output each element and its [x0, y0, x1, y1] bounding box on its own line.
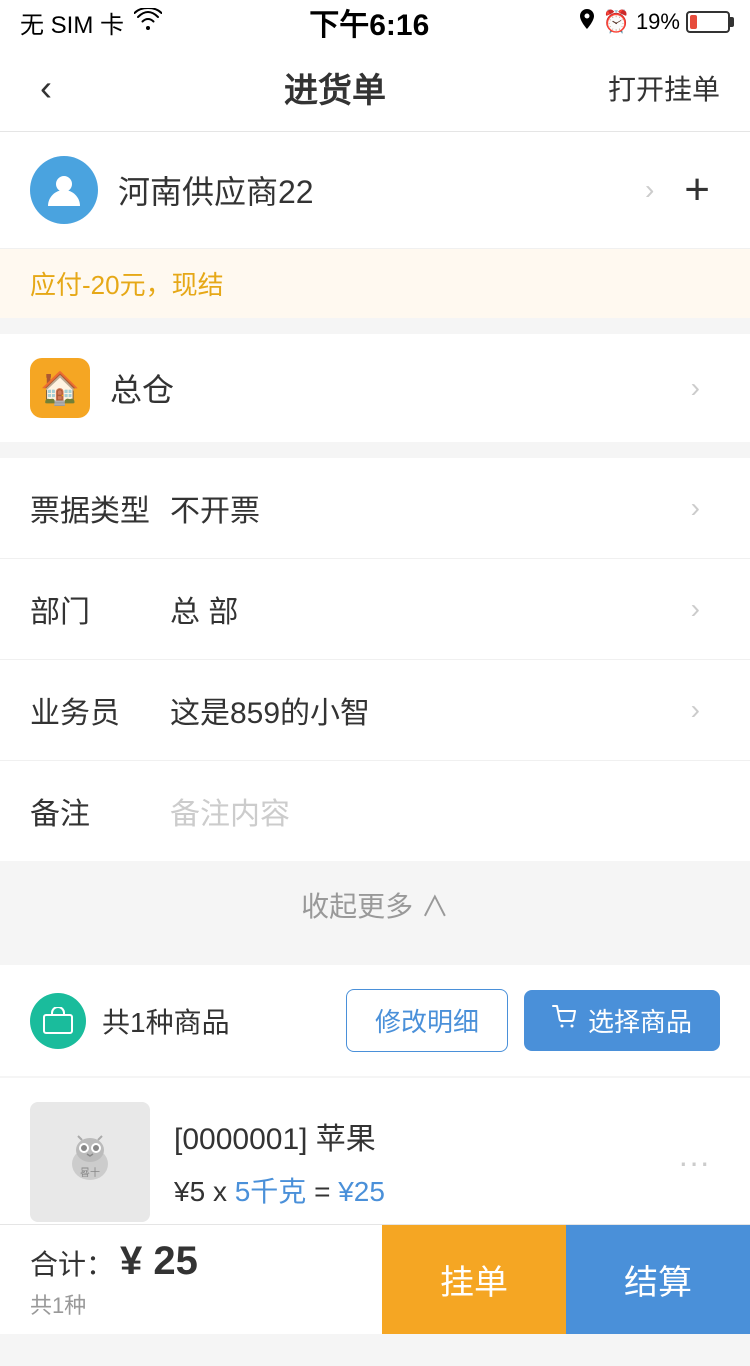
- total-amount: ¥ 25: [120, 1239, 198, 1284]
- bottom-bar: 合计： ¥ 25 共1种 挂单 结算: [0, 1224, 750, 1334]
- status-right: ⏰ 19%: [577, 7, 730, 37]
- product-thumbnail: 晷十: [30, 1102, 150, 1222]
- product-count: 共1种商品: [102, 1001, 346, 1041]
- carrier-text: 无 SIM 卡: [20, 5, 124, 40]
- invoice-label: 票据类型: [30, 486, 160, 530]
- alarm-icon: ⏰: [603, 9, 630, 35]
- select-product-label: 选择商品: [588, 1002, 692, 1039]
- svg-text:晷十: 晷十: [80, 1166, 100, 1179]
- salesman-chevron-icon: ›: [691, 694, 700, 726]
- product-total: ¥25: [338, 1176, 385, 1207]
- supplier-avatar: [30, 156, 98, 224]
- status-bar: 无 SIM 卡 下午6:16 ⏰ 19%: [0, 0, 750, 44]
- remark-row[interactable]: 备注 备注内容: [0, 761, 750, 861]
- cart-icon: [552, 1005, 580, 1036]
- product-quantity: 5千克: [235, 1176, 307, 1207]
- price-equals: =: [314, 1176, 338, 1207]
- hang-button[interactable]: 挂单: [382, 1225, 566, 1334]
- add-supplier-button[interactable]: +: [674, 165, 720, 215]
- price-x: x: [213, 1176, 235, 1207]
- content-area: 河南供应商22 › + 应付-20元，现结 🏠 总仓 › 票据类型 不开票 › …: [0, 132, 750, 1366]
- dept-row[interactable]: 部门 总 部 ›: [0, 559, 750, 660]
- dept-value: 总 部: [160, 587, 691, 631]
- product-info: [0000001] 苹果 ¥5 x 5千克 = ¥25: [174, 1114, 668, 1210]
- warehouse-name: 总仓: [110, 365, 691, 411]
- open-hang-button[interactable]: 打开挂单: [608, 68, 720, 108]
- remark-label: 备注: [30, 789, 160, 833]
- salesman-row[interactable]: 业务员 这是859的小智 ›: [0, 660, 750, 761]
- supplier-section: 河南供应商22 › + 应付-20元，现结: [0, 132, 750, 318]
- status-time: 下午6:16: [309, 0, 429, 44]
- warehouse-chevron-icon: ›: [691, 372, 700, 404]
- warehouse-row[interactable]: 🏠 总仓 ›: [0, 334, 750, 442]
- page-title: 进货单: [284, 63, 386, 112]
- warehouse-section: 🏠 总仓 ›: [0, 334, 750, 442]
- product-price-row: ¥5 x 5千克 = ¥25: [174, 1170, 668, 1210]
- warehouse-icon: 🏠: [30, 358, 90, 418]
- product-name: [0000001] 苹果: [174, 1114, 668, 1158]
- supplier-row[interactable]: 河南供应商22 › +: [0, 132, 750, 249]
- battery-icon: [686, 11, 730, 33]
- battery-text: 19%: [636, 9, 680, 35]
- salesman-label: 业务员: [30, 688, 160, 732]
- total-count: 共1种: [30, 1288, 352, 1320]
- invoice-row[interactable]: 票据类型 不开票 ›: [0, 458, 750, 559]
- dept-label: 部门: [30, 587, 160, 631]
- total-main: 合计： ¥ 25: [30, 1239, 352, 1284]
- collapse-label: 收起更多 ∧: [301, 885, 449, 925]
- invoice-value: 不开票: [160, 486, 691, 530]
- supplier-alert: 应付-20元，现结: [0, 249, 750, 318]
- products-icon: [30, 993, 86, 1049]
- bottom-total: 合计： ¥ 25 共1种: [0, 1225, 382, 1334]
- owl-icon: 晷十: [60, 1126, 120, 1198]
- products-header: 共1种商品 修改明细 选择商品: [0, 965, 750, 1076]
- remark-input[interactable]: 备注内容: [160, 789, 720, 833]
- form-section: 票据类型 不开票 › 部门 总 部 › 业务员 这是859的小智 › 备注 备注…: [0, 458, 750, 861]
- product-price: ¥5: [174, 1176, 205, 1207]
- back-button[interactable]: ‹: [30, 57, 62, 119]
- supplier-name: 河南供应商22: [118, 167, 645, 213]
- invoice-chevron-icon: ›: [691, 492, 700, 524]
- select-product-button[interactable]: 选择商品: [524, 990, 720, 1051]
- status-left: 无 SIM 卡: [20, 5, 162, 40]
- product-more-button[interactable]: ···: [668, 1134, 720, 1191]
- collapse-row[interactable]: 收起更多 ∧: [0, 861, 750, 949]
- edit-detail-button[interactable]: 修改明细: [346, 989, 508, 1052]
- nav-bar: ‹ 进货单 打开挂单: [0, 44, 750, 132]
- checkout-button[interactable]: 结算: [566, 1225, 750, 1334]
- supplier-chevron-icon: ›: [645, 174, 654, 206]
- product-item: 晷十 [0000001] 苹果 ¥5 x 5千克 = ¥25 ···: [0, 1078, 750, 1246]
- dept-chevron-icon: ›: [691, 593, 700, 625]
- salesman-value: 这是859的小智: [160, 688, 691, 732]
- total-label: 合计：: [30, 1243, 114, 1283]
- wifi-icon: [134, 8, 162, 37]
- location-icon: [577, 7, 597, 37]
